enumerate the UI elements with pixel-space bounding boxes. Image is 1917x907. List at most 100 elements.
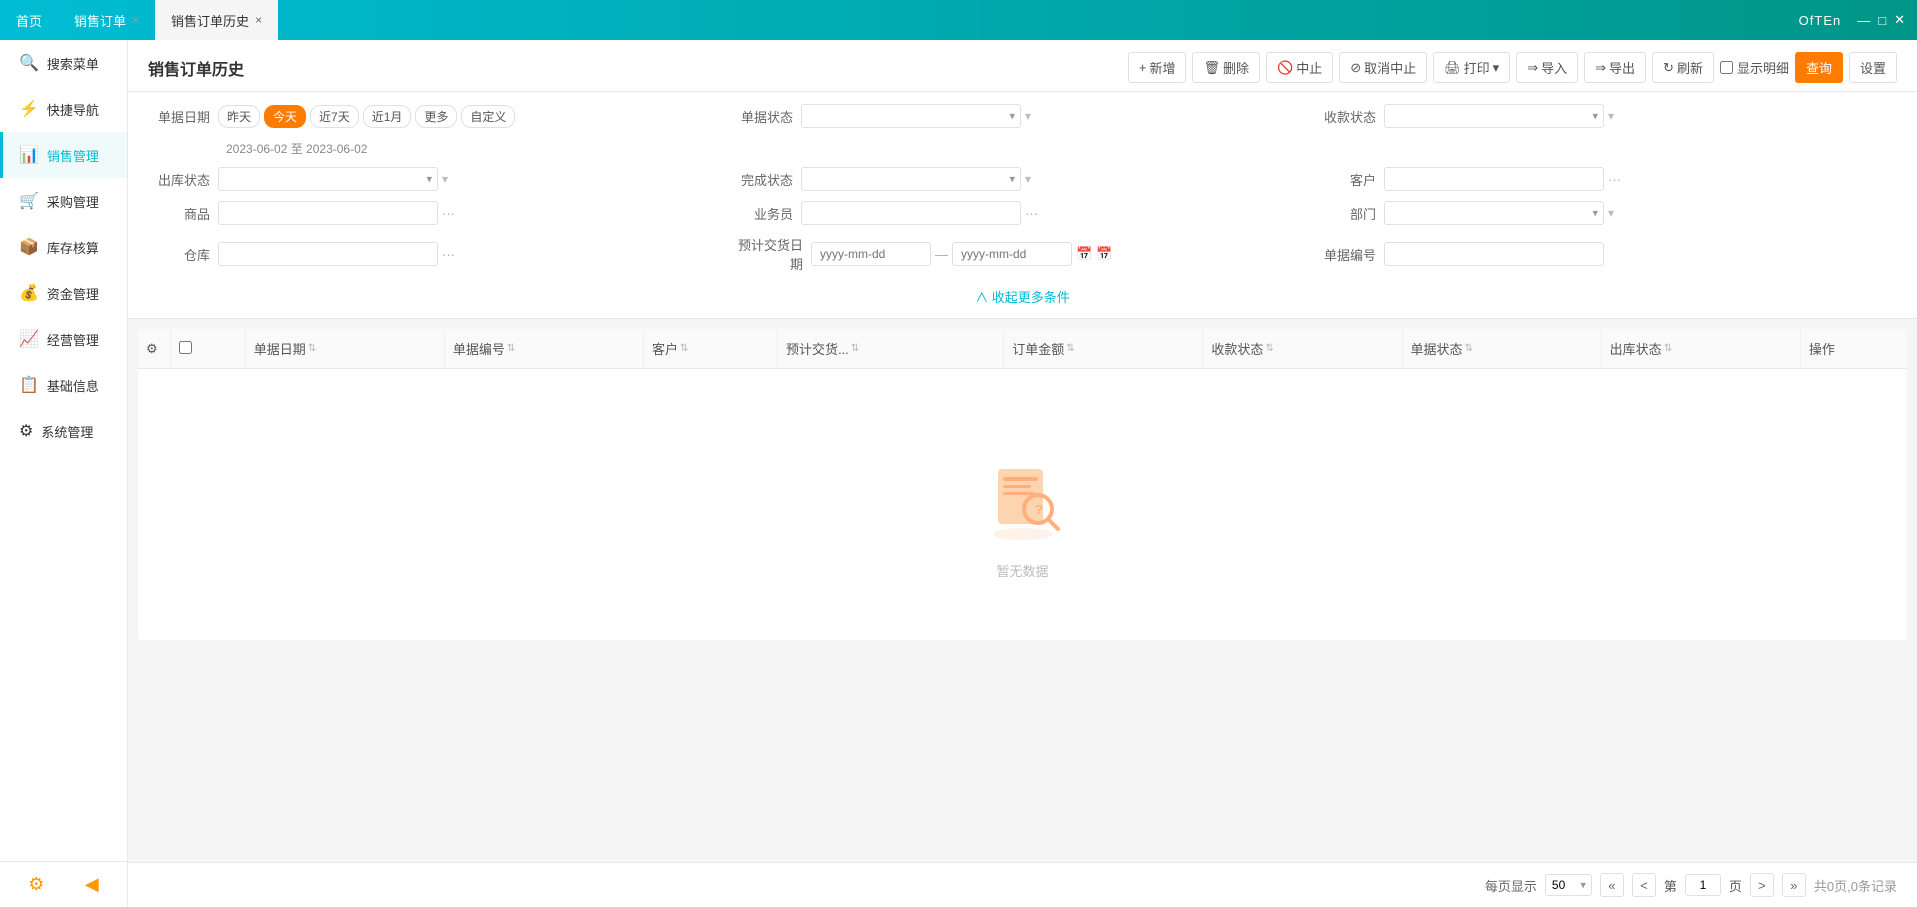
delivery-date-end[interactable]: [952, 242, 1072, 266]
next-page-button[interactable]: >: [1750, 873, 1774, 897]
print-button[interactable]: 🖨 打印 ▾: [1433, 52, 1510, 83]
salesman-dots[interactable]: ···: [1025, 206, 1038, 221]
import-button[interactable]: ⇒ 导入: [1516, 52, 1578, 83]
date-1month[interactable]: 近1月: [363, 105, 412, 128]
outbound-select[interactable]: [218, 167, 438, 191]
tab-sales-order-close[interactable]: ×: [132, 13, 139, 27]
completion-select[interactable]: [801, 167, 1021, 191]
date-yesterday[interactable]: 昨天: [218, 105, 260, 128]
warehouse-dots[interactable]: ···: [442, 247, 455, 262]
bill-status-select-wrapper: [801, 104, 1021, 128]
per-page-select-wrapper: 50 10 20 100: [1545, 874, 1592, 896]
select-all-checkbox[interactable]: [179, 341, 192, 354]
delete-icon: 🗑: [1203, 60, 1220, 76]
display-detail-checkbox[interactable]: 显示明细: [1720, 58, 1789, 77]
th-orderno[interactable]: 单据编号 ⇅: [444, 329, 643, 369]
new-button[interactable]: + 新增: [1128, 52, 1187, 83]
collapse-row[interactable]: ∧ 收起更多条件: [148, 283, 1897, 306]
settings-icon[interactable]: ⚙: [28, 874, 44, 895]
th-delivery[interactable]: 预计交货... ⇅: [777, 329, 1003, 369]
export-button[interactable]: ⇒ 导出: [1584, 52, 1646, 83]
export-icon: ⇒: [1595, 60, 1606, 76]
th-bill-status[interactable]: 单据状态 ⇅: [1402, 329, 1601, 369]
prev-page-button[interactable]: <: [1632, 873, 1656, 897]
sidebar-item-operations[interactable]: 📈 经营管理: [0, 316, 127, 362]
refresh-button[interactable]: ↻ 刷新: [1652, 52, 1714, 83]
customer-input[interactable]: [1384, 167, 1604, 191]
date-more[interactable]: 更多: [415, 105, 457, 128]
th-gear[interactable]: ⚙: [138, 329, 170, 369]
calendar-icon-end[interactable]: 📅: [1096, 246, 1112, 262]
collapse-text: ∧ 收起更多条件: [975, 290, 1070, 305]
print-chevron: ▾: [1493, 60, 1500, 76]
calendar-icon-start[interactable]: 📅: [1076, 246, 1092, 262]
sidebar-item-sales[interactable]: 📊 销售管理: [0, 132, 127, 178]
bill-status-label: 单据状态: [731, 107, 801, 126]
customer-dots[interactable]: ···: [1608, 172, 1621, 187]
table-area: ⚙ 单据日期 ⇅ 单据编号: [128, 319, 1917, 862]
window-maximize[interactable]: □: [1878, 13, 1886, 28]
product-dots[interactable]: ···: [442, 206, 455, 221]
salesman-input[interactable]: [801, 201, 1021, 225]
tab-sales-order-history[interactable]: 销售订单历史 ×: [155, 0, 278, 40]
cancel-stop-button[interactable]: ⊘ 取消中止: [1339, 52, 1427, 83]
last-page-button[interactable]: »: [1782, 873, 1806, 897]
settings-button[interactable]: 设置: [1849, 52, 1897, 83]
quicknav-icon: ⚡: [19, 99, 39, 119]
window-close[interactable]: ✕: [1894, 12, 1905, 28]
svg-text:?: ?: [1035, 502, 1043, 517]
page-number-input[interactable]: [1685, 874, 1721, 896]
filter-row-4: 仓库 ··· 预计交货日期 — 📅 📅 单据编号: [148, 235, 1897, 273]
tab-sales-order-history-close[interactable]: ×: [255, 13, 262, 27]
th-customer[interactable]: 客户 ⇅: [644, 329, 778, 369]
th-action: 操作: [1800, 329, 1907, 369]
receipt-status-select-wrapper: [1384, 104, 1604, 128]
tab-home[interactable]: 首页: [0, 0, 58, 40]
window-minimize[interactable]: —: [1857, 13, 1870, 28]
sidebar-item-purchase[interactable]: 🛒 采购管理: [0, 178, 127, 224]
filter-bill-status-cell: 单据状态 ▾: [731, 104, 1314, 128]
sidebar-item-search-label: 搜索菜单: [47, 54, 99, 73]
sidebar-item-inventory[interactable]: 📦 库存核算: [0, 224, 127, 270]
date-today[interactable]: 今天: [264, 105, 306, 128]
first-page-icon: «: [1608, 878, 1615, 893]
first-page-button[interactable]: «: [1600, 873, 1624, 897]
prev-page-icon: <: [1640, 878, 1648, 893]
gear-icon[interactable]: ⚙: [146, 341, 158, 356]
th-amount[interactable]: 订单金额 ⇅: [1004, 329, 1203, 369]
th-date[interactable]: 单据日期 ⇅: [245, 329, 444, 369]
orderno-input[interactable]: [1384, 242, 1604, 266]
brand-text: OfTEn: [1799, 13, 1842, 28]
receipt-status-select[interactable]: [1384, 104, 1604, 128]
sidebar-item-finance[interactable]: 💰 资金管理: [0, 270, 127, 316]
display-detail-input[interactable]: [1720, 61, 1733, 74]
sidebar-item-quicknav[interactable]: ⚡ 快捷导航: [0, 86, 127, 132]
th-receipt-status-label: 收款状态: [1211, 339, 1263, 358]
filter-product-cell: 商品 ···: [148, 201, 731, 225]
tab-home-label: 首页: [16, 11, 42, 30]
sort-icon-customer: ⇅: [680, 343, 688, 354]
new-icon: +: [1139, 60, 1147, 75]
tab-sales-order-label: 销售订单: [74, 11, 126, 30]
collapse-icon[interactable]: ◀: [85, 874, 99, 895]
sidebar-item-system[interactable]: ⚙ 系统管理: [0, 408, 127, 454]
stop-button[interactable]: 🚫 中止: [1266, 52, 1333, 83]
query-button[interactable]: 查询: [1795, 52, 1843, 83]
product-input[interactable]: [218, 201, 438, 225]
warehouse-input[interactable]: [218, 242, 438, 266]
th-receipt-status[interactable]: 收款状态 ⇅: [1203, 329, 1402, 369]
department-select[interactable]: [1384, 201, 1604, 225]
delivery-date-start[interactable]: [811, 242, 931, 266]
filter-row-2: 出库状态 ▾ 完成状态 ▾: [148, 167, 1897, 191]
delete-button[interactable]: 🗑 删除: [1192, 52, 1260, 83]
date-custom[interactable]: 自定义: [461, 105, 515, 128]
date-7days[interactable]: 近7天: [310, 105, 359, 128]
th-outbound-status[interactable]: 出库状态 ⇅: [1601, 329, 1800, 369]
bill-status-select[interactable]: [801, 104, 1021, 128]
th-customer-label: 客户: [652, 339, 678, 358]
sidebar-item-search[interactable]: 🔍 搜索菜单: [0, 40, 127, 86]
sidebar-item-basic-info[interactable]: 📋 基础信息: [0, 362, 127, 408]
tab-sales-order[interactable]: 销售订单 ×: [58, 0, 155, 40]
print-icon: 🖨: [1444, 60, 1461, 76]
per-page-select[interactable]: 50 10 20 100: [1545, 874, 1592, 896]
